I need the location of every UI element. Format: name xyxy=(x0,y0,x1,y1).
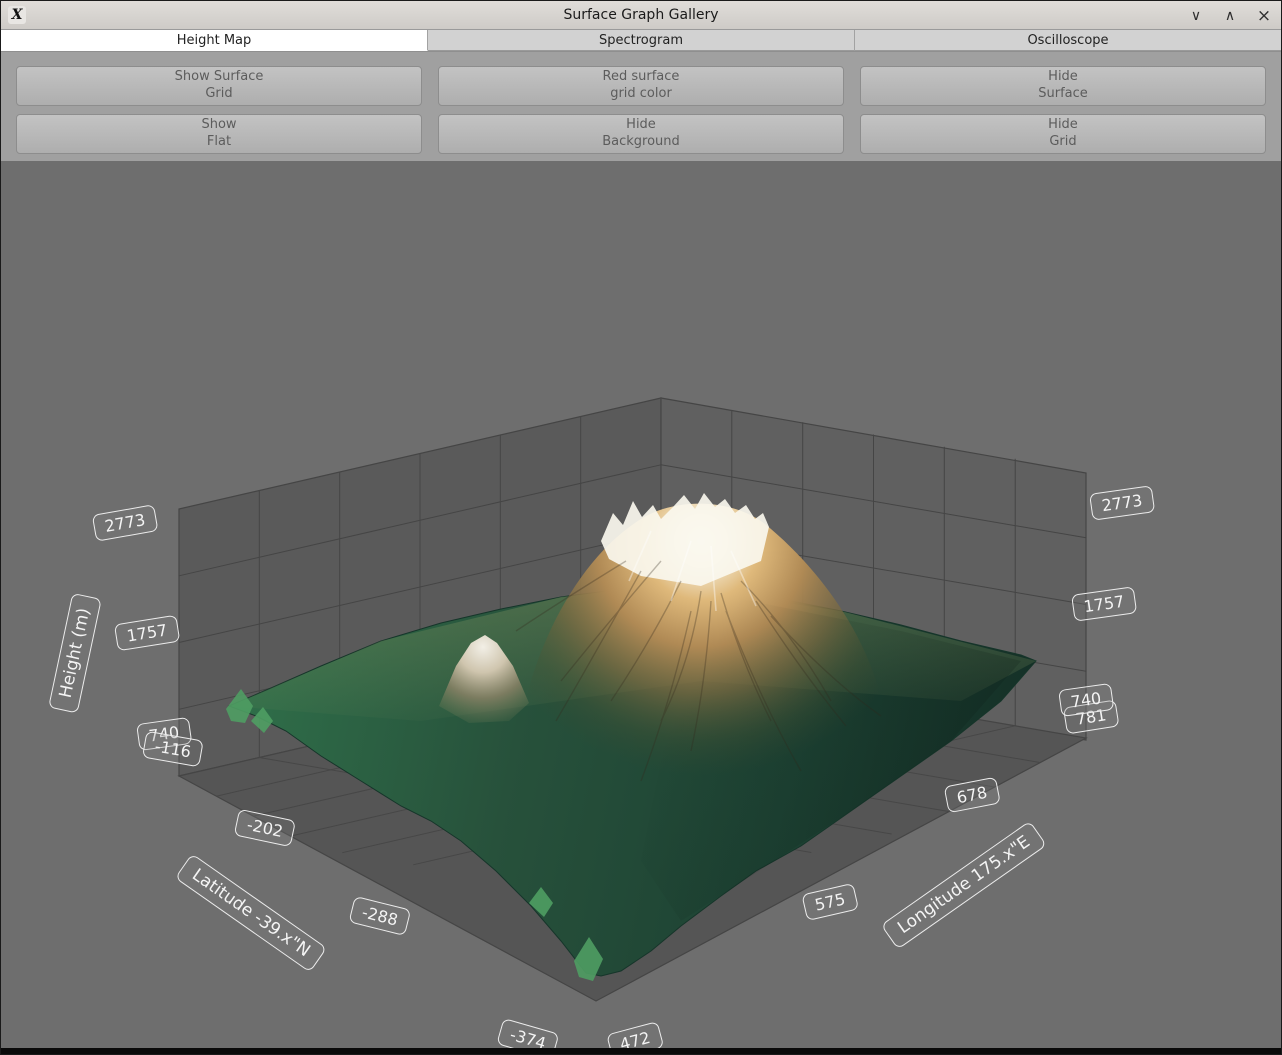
button-label: Flat xyxy=(207,134,231,151)
show-flat-button[interactable]: Show Flat xyxy=(16,114,422,154)
hide-grid-button[interactable]: Hide Grid xyxy=(860,114,1266,154)
close-icon[interactable]: × xyxy=(1255,7,1273,25)
tab-bar: Height Map Spectrogram Oscilloscope xyxy=(1,30,1281,52)
button-label: Grid xyxy=(1049,134,1076,151)
hide-surface-button[interactable]: Hide Surface xyxy=(860,66,1266,106)
window-bottom-edge xyxy=(1,1048,1281,1055)
unshade-window-icon[interactable]: ∧ xyxy=(1221,7,1239,25)
show-surface-grid-button[interactable]: Show Surface Grid xyxy=(16,66,422,106)
tab-spectrogram[interactable]: Spectrogram xyxy=(428,30,855,51)
shade-window-icon[interactable]: ∨ xyxy=(1187,7,1205,25)
button-label: Hide xyxy=(1048,117,1078,134)
button-label: Surface xyxy=(1038,86,1088,103)
button-label: Red surface xyxy=(603,69,680,86)
button-label: Grid xyxy=(205,86,232,103)
red-surface-grid-color-button[interactable]: Red surface grid color xyxy=(438,66,844,106)
window-title: Surface Graph Gallery xyxy=(1,7,1281,23)
button-label: Background xyxy=(602,134,680,151)
window-controls: ∨ ∧ × xyxy=(1187,1,1273,30)
tab-height-map[interactable]: Height Map xyxy=(1,30,428,51)
button-label: Hide xyxy=(626,117,656,134)
button-label: Show Surface xyxy=(175,69,264,86)
surface-plot-viewport[interactable]: 2773 1757 740 Height (m) -116 -202 -288 … xyxy=(1,161,1281,1048)
button-label: Hide xyxy=(1048,69,1078,86)
tab-oscilloscope[interactable]: Oscilloscope xyxy=(855,30,1281,51)
title-bar[interactable]: X Surface Graph Gallery ∨ ∧ × xyxy=(1,1,1281,30)
button-label: grid color xyxy=(610,86,672,103)
button-grid: Show Surface Grid Red surface grid color… xyxy=(16,66,1266,154)
app-window: X Surface Graph Gallery ∨ ∧ × Height Map… xyxy=(0,0,1282,1055)
hide-background-button[interactable]: Hide Background xyxy=(438,114,844,154)
button-label: Show xyxy=(201,117,236,134)
control-panel: Show Surface Grid Red surface grid color… xyxy=(1,52,1281,161)
